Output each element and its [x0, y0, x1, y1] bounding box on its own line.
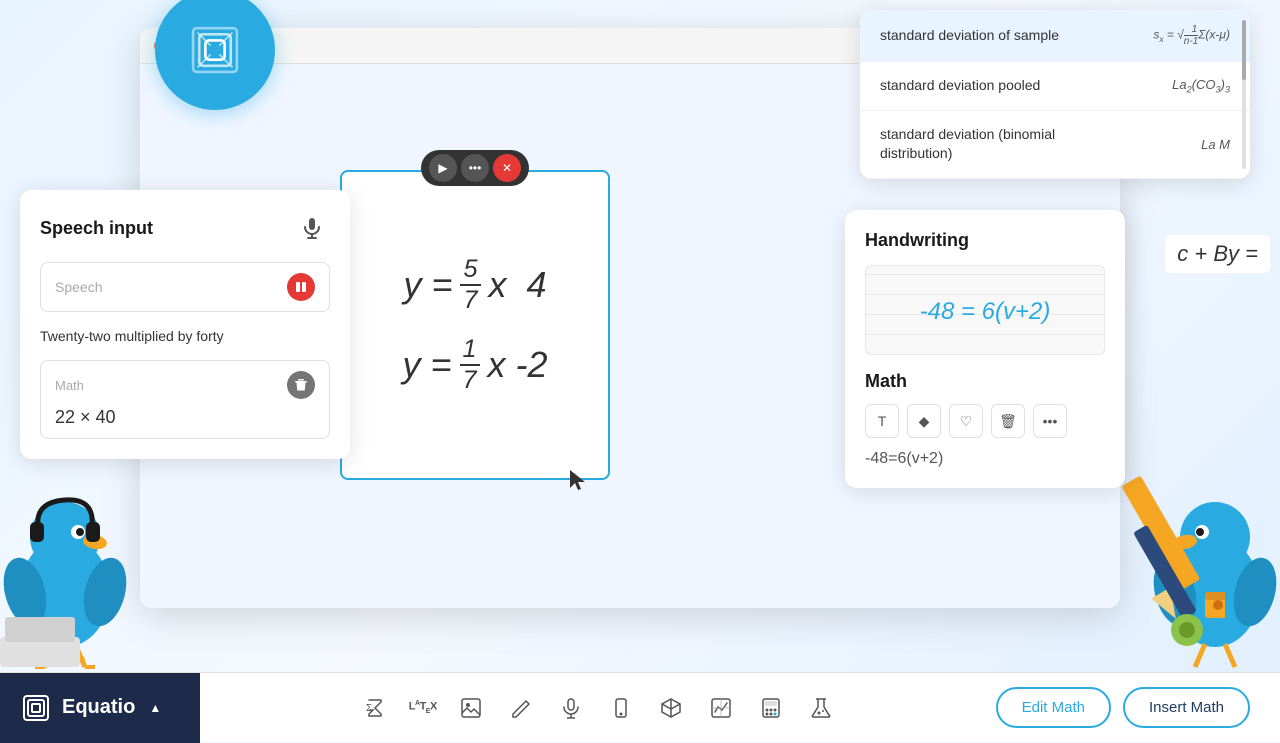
- compass-decoration: [1105, 462, 1225, 667]
- toolbar-actions: Edit Math Insert Math: [996, 687, 1250, 728]
- partial-equation: c + By =: [1165, 235, 1270, 273]
- formula-scrollbar[interactable]: [1242, 20, 1246, 169]
- latex-tool-button[interactable]: LATEX: [409, 692, 437, 724]
- bird-left-decoration: [0, 452, 130, 672]
- delete-math-button[interactable]: [287, 371, 315, 399]
- cursor-arrow: [568, 468, 588, 498]
- equation-line-1: y = 5 7 x 4: [403, 255, 546, 315]
- handwriting-canvas[interactable]: -48 = 6(v+2): [865, 265, 1105, 355]
- cube-tool-button[interactable]: [655, 692, 687, 724]
- equation-line-2: y = 1 7 x -2: [402, 335, 547, 395]
- formula-name-2: standard deviation pooled: [880, 76, 1120, 96]
- mobile-tool-button[interactable]: [605, 692, 637, 724]
- toolbar-tools: Σ LATEX: [200, 692, 996, 724]
- math-label: Math: [55, 378, 84, 393]
- brand-name-label: Equatio: [62, 696, 135, 719]
- formula-expr-3: La M: [1120, 137, 1230, 152]
- image-math-tool-button[interactable]: [455, 692, 487, 724]
- formula-row-1[interactable]: standard deviation of sample sx = √1n-1Σ…: [860, 10, 1250, 62]
- sigma-tool-button[interactable]: Σ: [359, 692, 391, 724]
- svg-text:Σ: Σ: [366, 703, 372, 714]
- heart-tool-button[interactable]: ♡: [949, 404, 983, 438]
- mic-tool-button[interactable]: [555, 692, 587, 724]
- handwriting-title: Handwriting: [865, 230, 1105, 251]
- speech-card-header: Speech input: [40, 210, 330, 246]
- speech-input-box[interactable]: Speech: [40, 262, 330, 312]
- formula-name-3: standard deviation (binomial distributio…: [880, 125, 1120, 164]
- formula-expr-2: La2(CO3)3: [1120, 77, 1230, 95]
- calculator-tool-button[interactable]: [755, 692, 787, 724]
- formula-row-2[interactable]: standard deviation pooled La2(CO3)3: [860, 62, 1250, 111]
- bottom-toolbar: Equatio ▲ Σ LATEX: [0, 672, 1280, 742]
- brand-logo-icon: [20, 692, 52, 724]
- math-value: 22 × 40: [55, 407, 315, 428]
- equation-canvas: ▶ ••• ✕ y = 5 7 x 4 y = 1 7 x -2: [340, 170, 610, 480]
- insert-math-button[interactable]: Insert Math: [1123, 687, 1250, 728]
- speech-transcription: Twenty-two multiplied by forty: [40, 324, 330, 348]
- handwriting-card: Handwriting -48 = 6(v+2) Math T ◆ ♡ 🗑 ••…: [845, 210, 1125, 488]
- more-options-button[interactable]: •••: [461, 154, 489, 182]
- graph-tool-button[interactable]: [705, 692, 737, 724]
- math-label-row: Math: [55, 371, 315, 399]
- handwriting-equation: -48 = 6(v+2): [920, 295, 1051, 326]
- formula-scrollbar-thumb: [1242, 20, 1246, 80]
- delete-tool-button[interactable]: 🗑: [991, 404, 1025, 438]
- equation-toolbar: ▶ ••• ✕: [421, 150, 529, 186]
- speech-card-title: Speech input: [40, 218, 153, 239]
- play-button[interactable]: ▶: [429, 154, 457, 182]
- math-section-title: Math: [865, 371, 1105, 392]
- flask-tool-button[interactable]: [805, 692, 837, 724]
- more-tool-button[interactable]: •••: [1033, 404, 1067, 438]
- formula-panel: standard deviation of sample sx = √1n-1Σ…: [860, 10, 1250, 179]
- pencil-tool-button[interactable]: [505, 692, 537, 724]
- close-button[interactable]: ✕: [493, 154, 521, 182]
- speech-input-placeholder: Speech: [55, 279, 102, 295]
- text-tool-button[interactable]: T: [865, 404, 899, 438]
- formula-row-3[interactable]: standard deviation (binomial distributio…: [860, 111, 1250, 179]
- math-section: Math 22 × 40: [40, 360, 330, 439]
- speech-input-card: Speech input Speech Twenty-two multiplie…: [20, 190, 350, 459]
- brand-chevron-icon: ▲: [149, 701, 161, 715]
- pause-button[interactable]: [287, 273, 315, 301]
- math-result: -48=6(v+2): [865, 450, 1105, 468]
- equatio-logo-icon: [180, 15, 250, 85]
- edit-math-button[interactable]: Edit Math: [996, 687, 1111, 728]
- diamond-tool-button[interactable]: ◆: [907, 404, 941, 438]
- math-tools-row: T ◆ ♡ 🗑 •••: [865, 404, 1105, 438]
- equatio-brand[interactable]: Equatio ▲: [0, 673, 200, 743]
- formula-name-1: standard deviation of sample: [880, 26, 1120, 46]
- formula-expr-1: sx = √1n-1Σ(x-μ): [1120, 24, 1230, 47]
- mic-button[interactable]: [294, 210, 330, 246]
